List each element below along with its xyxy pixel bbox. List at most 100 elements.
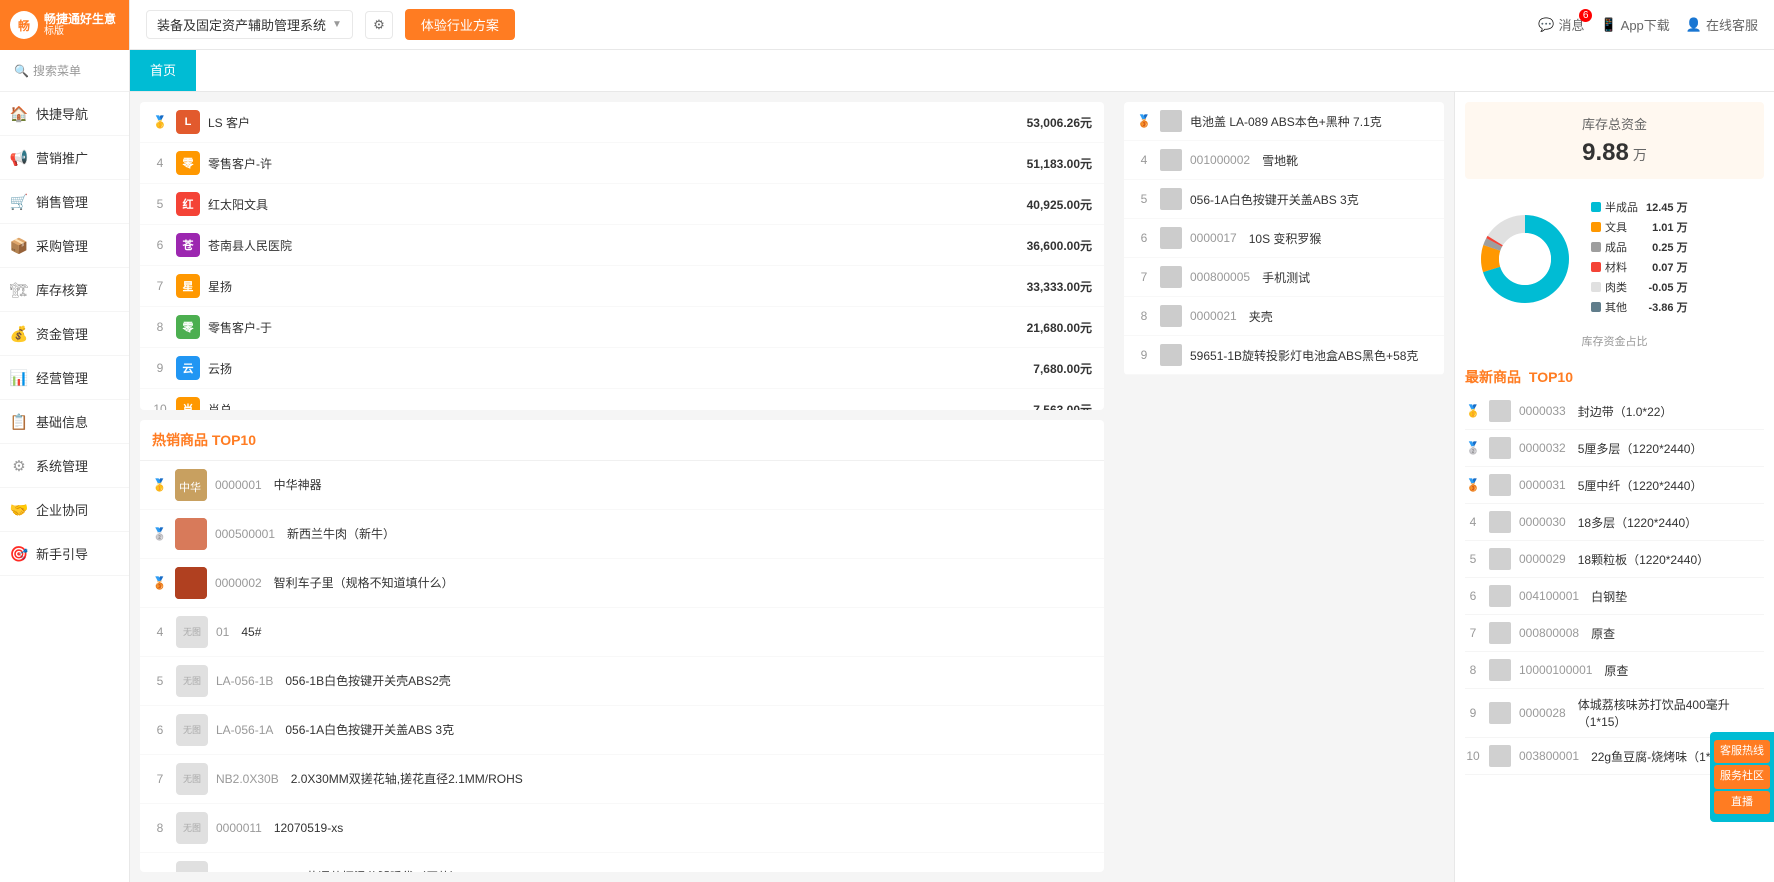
trial-button[interactable]: 体验行业方案 xyxy=(405,9,515,40)
service-community-button[interactable]: 服务社区 xyxy=(1714,765,1770,788)
mobile-icon: 📱 xyxy=(1600,17,1616,33)
table-row: 7 星 星扬 33,333.00元 xyxy=(140,266,1104,307)
system-selector[interactable]: 装备及固定资产辅助管理系统 ▼ xyxy=(146,10,353,39)
product-image xyxy=(1489,622,1511,644)
list-item: 🥉 0000002 智利车子里（规格不知道填什么） xyxy=(140,559,1104,608)
legend-item-material: 材料 0.07 万 xyxy=(1591,259,1688,275)
inventory-donut-chart: 半成品 12.45 万 文具 1.01 万 成品 0.25 万 xyxy=(1465,189,1764,349)
live-stream-button[interactable]: 直播 xyxy=(1714,791,1770,814)
content-tabs: 首页 xyxy=(130,50,1774,92)
sidebar-item-inventory[interactable]: 🏗 库存核算 xyxy=(0,268,129,312)
table-row: 9 云 云扬 7,680.00元 xyxy=(140,348,1104,389)
legend-dot xyxy=(1591,302,1601,312)
search-input[interactable]: 🔍 搜索菜单 xyxy=(10,58,119,83)
logo-text: 畅捷通好生意 标版 xyxy=(44,12,116,38)
customer-ranking: 🥇 L LS 客户 53,006.26元 4 零 零售客户-许 51,183.0… xyxy=(140,102,1104,410)
product-image: 无图 xyxy=(176,714,208,746)
product-image xyxy=(1489,474,1511,496)
sidebar: 畅 畅捷通好生意 标版 🔍 搜索菜单 🏠 快捷导航 📢 营销推广 🛒 销售管理 … xyxy=(0,0,130,882)
latest-products-section: 最新商品 TOP10 🥇 0000033 封边带（1.0*22） 🥈 00000… xyxy=(1465,359,1764,775)
sidebar-item-operations[interactable]: 📊 经营管理 xyxy=(0,356,129,400)
avatar: 零 xyxy=(176,315,200,339)
marketing-icon: 📢 xyxy=(10,149,28,167)
inventory-legend: 半成品 12.45 万 文具 1.01 万 成品 0.25 万 xyxy=(1591,199,1688,319)
product-image: 无图 xyxy=(176,616,208,648)
panel-left: 🥇 L LS 客户 53,006.26元 4 零 零售客户-许 51,183.0… xyxy=(130,92,1114,882)
app-download-button[interactable]: 📱 App下载 xyxy=(1600,15,1669,34)
topbar-right: 💬 消息 6 📱 App下载 👤 在线客服 xyxy=(1538,15,1758,34)
sidebar-item-enterprise[interactable]: 🤝 企业协同 xyxy=(0,488,129,532)
guide-icon: 🎯 xyxy=(10,545,28,563)
table-row: 8 零 零售客户-于 21,680.00元 xyxy=(140,307,1104,348)
customer-service-button[interactable]: 客服热线 xyxy=(1714,740,1770,763)
sidebar-search-container[interactable]: 🔍 搜索菜单 xyxy=(0,50,129,92)
sidebar-item-guide[interactable]: 🎯 新手引导 xyxy=(0,532,129,576)
list-item: 🥇 中华 0000001 中华神器 xyxy=(140,461,1104,510)
table-row: 6 0000017 10S 变积罗猴 xyxy=(1124,219,1444,258)
list-item: 8 10000100001 原查 xyxy=(1465,652,1764,689)
legend-item-finished: 成品 0.25 万 xyxy=(1591,239,1688,255)
product-image xyxy=(1160,266,1182,288)
purchase-icon: 📦 xyxy=(10,237,28,255)
list-item: 🥈 000500001 新西兰牛肉（新牛） xyxy=(140,510,1104,559)
list-item: 6 004100001 白钢垫 xyxy=(1465,578,1764,615)
product-image xyxy=(1160,344,1182,366)
sidebar-item-marketing[interactable]: 📢 营销推广 xyxy=(0,136,129,180)
hot-products-section: 热销商品 TOP10 🥇 中华 0000001 中华神器 🥈 000500001… xyxy=(140,420,1104,872)
product-image xyxy=(1160,110,1182,132)
rank-medal-3: 🥉 xyxy=(152,576,167,590)
inventory-icon: 🏗 xyxy=(10,281,28,299)
list-item: 6 无图 LA-056-1A 056-1A白色按键开关盖ABS 3克 xyxy=(140,706,1104,755)
operations-icon: 📊 xyxy=(10,369,28,387)
message-button[interactable]: 💬 消息 6 xyxy=(1538,15,1584,34)
product-image xyxy=(1489,745,1511,767)
chevron-down-icon: ▼ xyxy=(332,19,342,30)
legend-item-semi: 半成品 12.45 万 xyxy=(1591,199,1688,215)
legend-dot xyxy=(1591,262,1601,272)
product-image xyxy=(1489,437,1511,459)
table-row: 8 0000021 夹壳 xyxy=(1124,297,1444,336)
sidebar-logo: 畅 畅捷通好生意 标版 xyxy=(0,0,129,50)
list-item: 9 无图 KK-SD22110H 花语萌恒温分腿睡袋（厚款） xyxy=(140,853,1104,872)
product-image: 中华 xyxy=(175,469,207,501)
svg-text:中华: 中华 xyxy=(179,480,201,494)
sidebar-item-sales[interactable]: 🛒 销售管理 xyxy=(0,180,129,224)
legend-item-stationery: 文具 1.01 万 xyxy=(1591,219,1688,235)
legend-item-other: 其他 -3.86 万 xyxy=(1591,299,1688,315)
avatar: 红 xyxy=(176,192,200,216)
product-image xyxy=(175,518,207,550)
list-item: 5 无图 LA-056-1B 056-1B白色按键开关壳ABS2壳 xyxy=(140,657,1104,706)
product-image xyxy=(1489,585,1511,607)
finance-icon: 💰 xyxy=(10,325,28,343)
legend-dot xyxy=(1591,242,1601,252)
table-row: 5 056-1A白色按键开关盖ABS 3克 xyxy=(1124,180,1444,219)
product-image: 无图 xyxy=(176,812,208,844)
logo-icon: 畅 xyxy=(10,11,38,39)
avatar: L xyxy=(176,110,200,134)
rank-medal-2: 🥈 xyxy=(152,527,167,541)
table-row: 4 001000002 雪地靴 xyxy=(1124,141,1444,180)
list-item: 🥉 0000031 5厘中纤（1220*2440） xyxy=(1465,467,1764,504)
main-area: 装备及固定资产辅助管理系统 ▼ ⚙ 体验行业方案 💬 消息 6 📱 App下载 … xyxy=(130,0,1774,882)
product-image: 无图 xyxy=(176,861,208,872)
avatar: 肖 xyxy=(176,397,200,410)
sidebar-item-system[interactable]: ⚙ 系统管理 xyxy=(0,444,129,488)
home-icon: 🏠 xyxy=(10,105,28,123)
table-row: 6 苍 苍南县人民医院 36,600.00元 xyxy=(140,225,1104,266)
list-item: 🥈 0000032 5厘多层（1220*2440） xyxy=(1465,430,1764,467)
sidebar-item-finance[interactable]: 💰 资金管理 xyxy=(0,312,129,356)
sidebar-item-quick-nav[interactable]: 🏠 快捷导航 xyxy=(0,92,129,136)
tab-home[interactable]: 首页 xyxy=(130,50,196,91)
enterprise-icon: 🤝 xyxy=(10,501,28,519)
inventory-card: 库存总资金 9.88 万 xyxy=(1465,102,1764,179)
sidebar-item-purchase[interactable]: 📦 采购管理 xyxy=(0,224,129,268)
sidebar-item-basic[interactable]: 📋 基础信息 xyxy=(0,400,129,444)
system-icon: ⚙ xyxy=(10,457,28,475)
settings-gear-button[interactable]: ⚙ xyxy=(365,11,393,39)
service-icon: 👤 xyxy=(1686,17,1702,33)
product-image xyxy=(1489,702,1511,724)
online-service-button[interactable]: 👤 在线客服 xyxy=(1686,15,1758,34)
product-image xyxy=(1489,511,1511,533)
support-floating-button[interactable]: 客服热线 服务社区 直播 xyxy=(1710,732,1774,822)
legend-dot xyxy=(1591,222,1601,232)
